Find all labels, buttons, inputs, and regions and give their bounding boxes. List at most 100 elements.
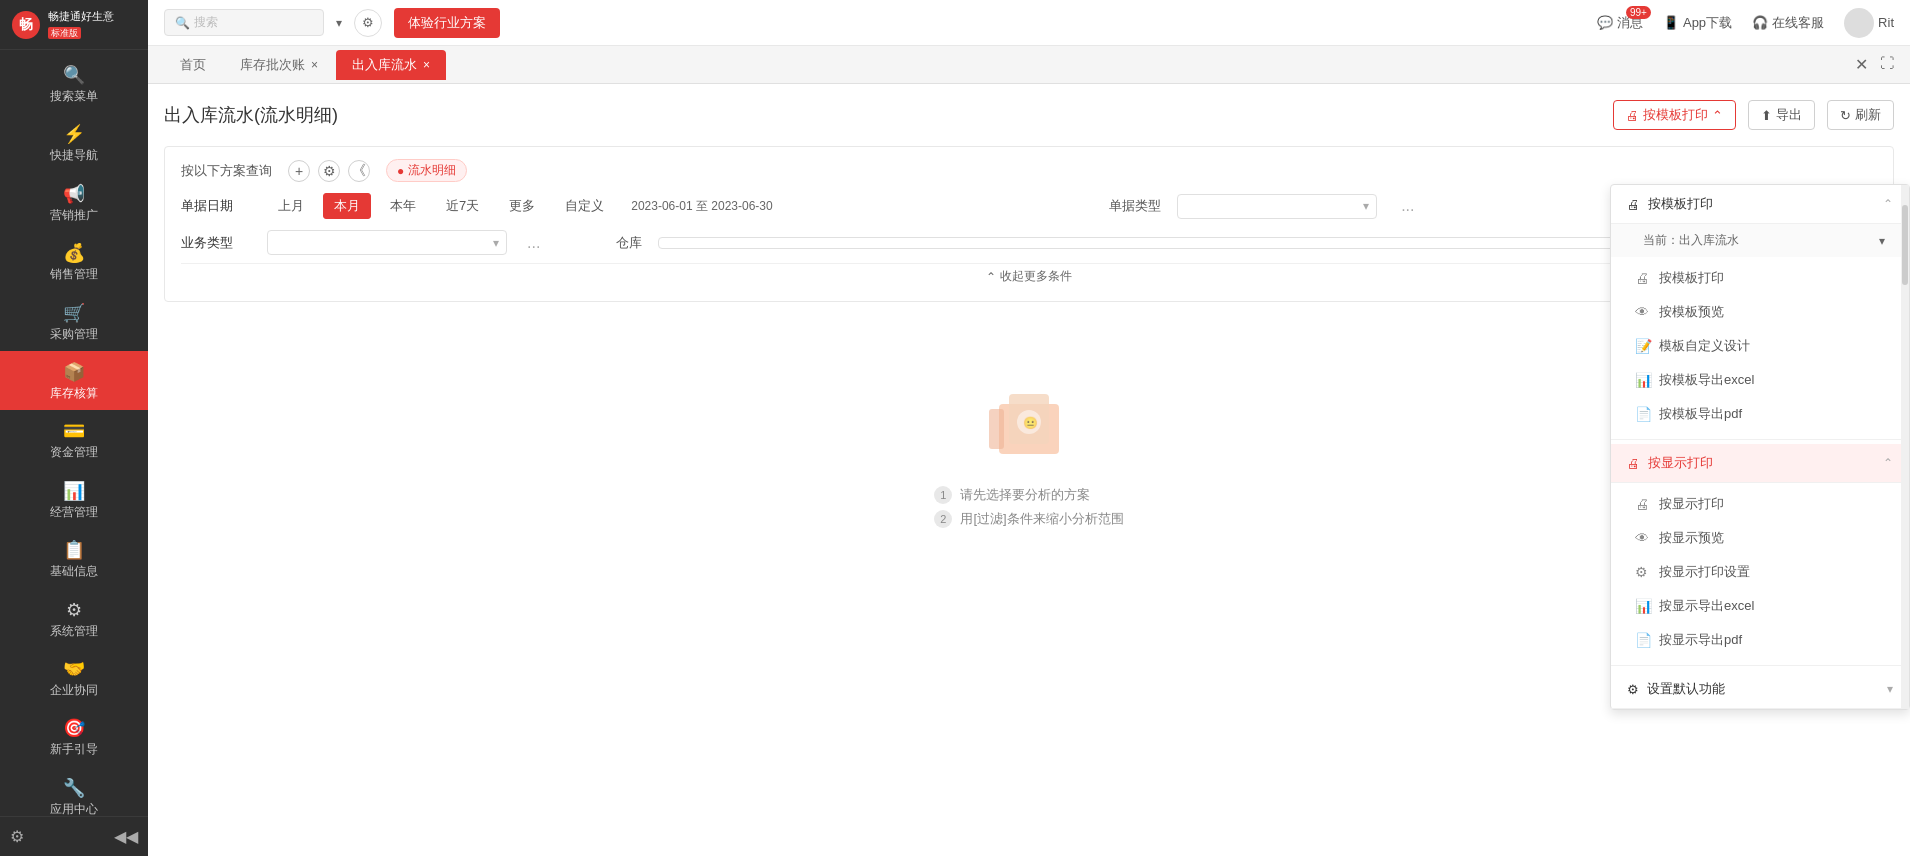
filter-add-btns: + ⚙ 《	[288, 160, 370, 182]
template-print-item[interactable]: 🖨 按模板打印	[1611, 261, 1909, 295]
display-print-item[interactable]: 🖨 按显示打印	[1611, 487, 1909, 521]
tab-close-flow[interactable]: ×	[423, 58, 430, 72]
sidebar-item-appstore[interactable]: 🔧 应用中心	[0, 767, 148, 816]
chart-icon: 📊	[63, 480, 85, 502]
sidebar-item-inventory[interactable]: 📦 库存核算	[0, 351, 148, 410]
empty-step-2: 2 用[过滤]条件来缩小分析范围	[934, 510, 1123, 528]
sidebar-item-label: 营销推广	[50, 208, 98, 222]
window-controls: ✕ ⛶	[1855, 55, 1894, 74]
doc-type-select-wrap	[1177, 194, 1377, 219]
search-box[interactable]: 🔍 搜索	[164, 9, 324, 36]
display-excel-item[interactable]: 📊 按显示导出excel	[1611, 589, 1909, 623]
tab-home[interactable]: 首页	[164, 50, 222, 80]
sidebar-item-sales[interactable]: 💰 销售管理	[0, 232, 148, 291]
display-preview-item[interactable]: 👁 按显示预览	[1611, 521, 1909, 555]
print-section-icon: 🖨	[1627, 197, 1640, 212]
sidebar-item-label: 库存核算	[50, 386, 98, 400]
settings-small-icon: ⚙	[323, 163, 336, 179]
date-range-display: 2023-06-01 至 2023-06-30	[631, 198, 772, 215]
print-icon: 🖨	[1626, 108, 1639, 123]
tab-close-batch[interactable]: ×	[311, 58, 318, 72]
app-download-item[interactable]: 📱 App下载	[1663, 14, 1732, 32]
svg-text:😐: 😐	[1023, 415, 1038, 430]
date-filter-tags: 上月 本月 本年 近7天 更多 自定义 2023-06-01 至 2023-06…	[267, 193, 773, 219]
collapse-sidebar-icon[interactable]: ◀◀	[114, 827, 138, 846]
sidebar-item-marketing[interactable]: 📢 营销推广	[0, 173, 148, 232]
display-pdf-item[interactable]: 📄 按显示导出pdf	[1611, 623, 1909, 657]
sidebar-item-purchase[interactable]: 🛒 采购管理	[0, 292, 148, 351]
dropdown-scrollbar[interactable]	[1901, 185, 1909, 709]
sidebar-item-system[interactable]: ⚙ 系统管理	[0, 589, 148, 648]
template-print-section-header[interactable]: 🖨 按模板打印 ⌃	[1611, 185, 1909, 224]
tab-label: 首页	[180, 56, 206, 74]
display-print-icon: 🖨	[1635, 496, 1651, 512]
display-print-section-icon: 🖨	[1627, 456, 1640, 471]
settings-bottom-icon[interactable]: ⚙	[10, 827, 24, 846]
list-icon: 📋	[63, 539, 85, 561]
filter-row-top: 按以下方案查询 + ⚙ 《 ● 流水明细	[181, 159, 1877, 182]
display-preview-icon: 👁	[1635, 530, 1651, 546]
customer-service-item[interactable]: 🎧 在线客服	[1752, 14, 1824, 32]
sidebar-item-label: 应用中心	[50, 802, 98, 816]
biz-type-select[interactable]	[267, 230, 507, 255]
empty-illustration: 😐	[979, 374, 1079, 474]
display-settings-item[interactable]: ⚙ 按显示打印设置	[1611, 555, 1909, 589]
dropdown-divider-2	[1611, 665, 1909, 666]
template-custom-item[interactable]: 📝 模板自定义设计	[1611, 329, 1909, 363]
card-icon: 💳	[63, 420, 85, 442]
add-filter-btn[interactable]: +	[288, 160, 310, 182]
print-template-button[interactable]: 🖨 按模板打印 ⌃	[1613, 100, 1736, 130]
search-dropdown-icon[interactable]: ▾	[336, 16, 342, 30]
sidebar-item-operation[interactable]: 📊 经营管理	[0, 470, 148, 529]
template-pdf-item[interactable]: 📄 按模板导出pdf	[1611, 397, 1909, 431]
sidebar-item-finance[interactable]: 💳 资金管理	[0, 410, 148, 469]
close-window-icon[interactable]: ✕	[1855, 55, 1868, 74]
filter-chip: ● 流水明细	[386, 159, 467, 182]
doc-type-more-btn[interactable]: ...	[1401, 197, 1414, 215]
warehouse-label: 仓库	[616, 234, 642, 252]
messages-item[interactable]: 💬 消息 99+	[1597, 14, 1643, 32]
display-print-section-header[interactable]: 🖨 按显示打印 ⌃	[1611, 444, 1909, 483]
doc-type-select[interactable]	[1177, 194, 1377, 219]
topbar-settings-btn[interactable]: ⚙	[354, 9, 382, 37]
biz-type-label: 业务类型	[181, 234, 251, 252]
search-icon: 🔍	[63, 64, 85, 86]
date-tag-custom[interactable]: 自定义	[554, 193, 615, 219]
sidebar-item-enterprise[interactable]: 🤝 企业协同	[0, 648, 148, 707]
biz-type-select-wrap	[267, 230, 507, 255]
current-template-label[interactable]: 当前：出入库流水 ▾	[1611, 224, 1909, 257]
user-avatar-item[interactable]: Rit	[1844, 8, 1894, 38]
default-function-section-header[interactable]: ⚙ 设置默认功能 ▾	[1611, 670, 1909, 709]
empty-steps: 1 请先选择要分析的方案 2 用[过滤]条件来缩小分析范围	[934, 486, 1123, 534]
industry-solution-button[interactable]: 体验行业方案	[394, 8, 500, 38]
sidebar-item-basic[interactable]: 📋 基础信息	[0, 529, 148, 588]
filter-settings-btn[interactable]: ⚙	[318, 160, 340, 182]
logo-text: 畅捷通好生意 标准版	[48, 9, 114, 40]
date-tag-this-year[interactable]: 本年	[379, 193, 427, 219]
print-dropdown-panel: 🖨 按模板打印 ⌃ 当前：出入库流水 ▾ 🖨 按模板打印 👁 按模板预览	[1610, 184, 1910, 710]
collapse-filter-btn[interactable]: 《	[348, 160, 370, 182]
logo-icon: 畅	[12, 11, 40, 39]
sidebar-item-guide[interactable]: 🎯 新手引导	[0, 707, 148, 766]
collapse-up-icon: ⌃	[986, 270, 996, 284]
tab-batch[interactable]: 库存批次账 ×	[224, 50, 334, 80]
sidebar-bottom: ⚙ ◀◀	[0, 816, 148, 856]
export-button[interactable]: ⬆ 导出	[1748, 100, 1815, 130]
sidebar-item-shortcut[interactable]: ⚡ 快捷导航	[0, 113, 148, 172]
biz-type-more-btn[interactable]: ...	[527, 234, 540, 252]
template-section-toggle: ⌃	[1883, 197, 1893, 211]
date-tag-7days[interactable]: 近7天	[435, 193, 490, 219]
date-tag-more[interactable]: 更多	[498, 193, 546, 219]
refresh-button[interactable]: ↻ 刷新	[1827, 100, 1894, 130]
template-excel-item[interactable]: 📊 按模板导出excel	[1611, 363, 1909, 397]
expand-window-icon[interactable]: ⛶	[1880, 55, 1894, 74]
tabbar: 首页 库存批次账 × 出入库流水 × ✕ ⛶	[148, 46, 1910, 84]
pdf-icon: 📄	[1635, 406, 1651, 422]
dropdown-divider	[1611, 439, 1909, 440]
tab-flow[interactable]: 出入库流水 ×	[336, 50, 446, 80]
sidebar-item-search[interactable]: 🔍 搜索菜单	[0, 54, 148, 113]
date-tag-last-month[interactable]: 上月	[267, 193, 315, 219]
date-tag-this-month[interactable]: 本月	[323, 193, 371, 219]
template-preview-item[interactable]: 👁 按模板预览	[1611, 295, 1909, 329]
lightning-icon: ⚡	[63, 123, 85, 145]
